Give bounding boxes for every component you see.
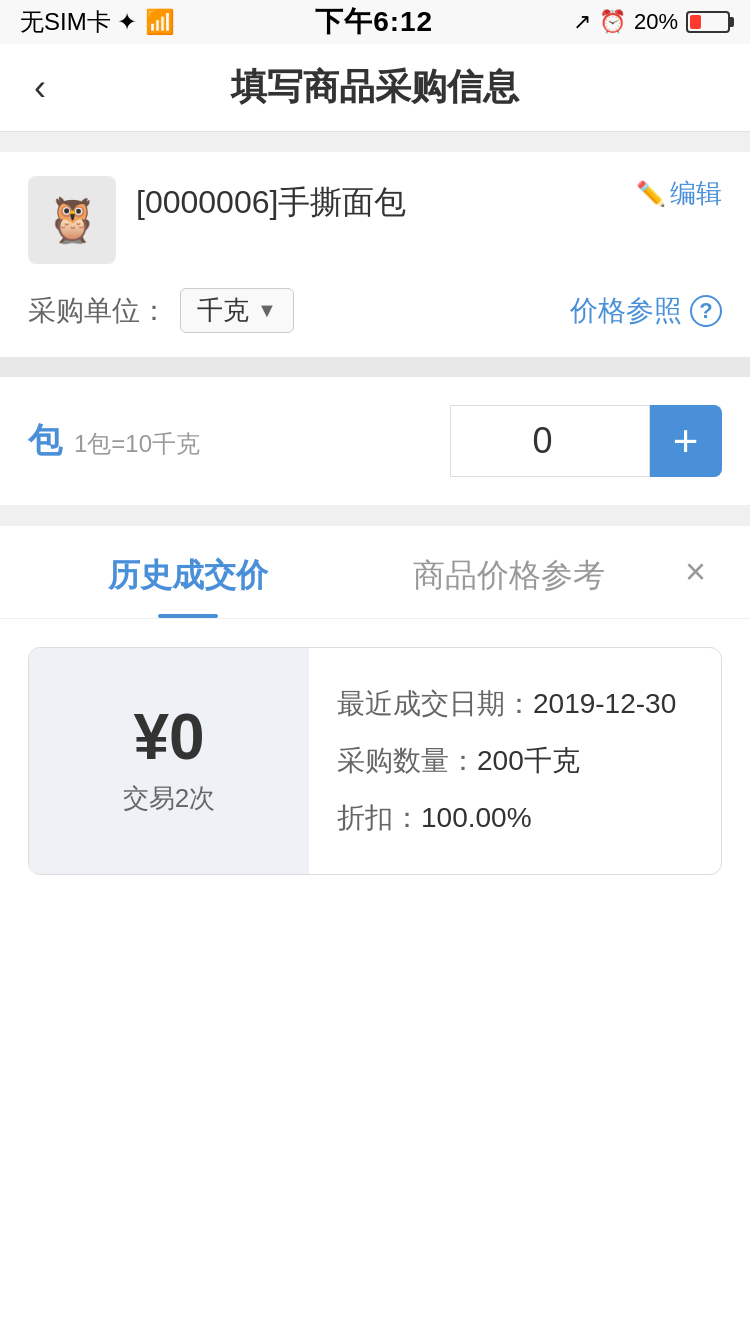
product-title: 手撕面包 (278, 184, 406, 220)
quantity-input-group: + (450, 405, 722, 477)
price-discount-label: 折扣： (337, 802, 421, 833)
price-ref-hint-icon: ? (690, 295, 722, 327)
price-transactions: 交易2次 (123, 781, 215, 816)
unit-label: 采购单位： (28, 292, 168, 330)
price-ref-button[interactable]: 价格参照 ? (570, 292, 722, 330)
price-card-right: 最近成交日期：2019-12-30 采购数量：200千克 折扣：100.00% (309, 648, 721, 874)
quantity-row: 包 1包=10千克 + (0, 377, 750, 506)
product-card: 🦉 [0000006]手撕面包 ✏️ 编辑 采购单位： 千克 ▼ 价格参照 ? (0, 152, 750, 357)
quantity-input[interactable] (450, 405, 650, 477)
price-card-left: ¥0 交易2次 (29, 648, 309, 874)
unit-dropdown-arrow: ▼ (257, 299, 277, 322)
unit-select-dropdown[interactable]: 千克 ▼ (180, 288, 294, 333)
nav-bar: ‹ 填写商品采购信息 (0, 44, 750, 132)
wifi-icon: 📶 (145, 8, 175, 36)
price-card: ¥0 交易2次 最近成交日期：2019-12-30 采购数量：200千克 折扣：… (28, 647, 722, 875)
edit-label: 编辑 (670, 176, 722, 211)
price-quantity-label: 采购数量： (337, 745, 477, 776)
price-date-value: 2019-12-30 (533, 688, 676, 719)
product-thumbnail: 🦉 (28, 176, 116, 264)
status-left: 无SIM卡 ✦ 📶 (20, 6, 175, 38)
status-right: ↗ ⏰ 20% (573, 9, 730, 35)
price-amount: ¥0 (133, 705, 204, 769)
tab-product-price-ref[interactable]: 商品价格参考 (348, 526, 668, 618)
product-name: [0000006]手撕面包 (136, 180, 406, 225)
quantity-plus-button[interactable]: + (650, 405, 722, 477)
tabs-row: 历史成交价 商品价格参考 × (0, 526, 750, 618)
price-currency: ¥ (133, 701, 169, 773)
price-discount-value: 100.00% (421, 802, 532, 833)
section-divider (0, 357, 750, 377)
carrier-label: 无SIM卡 ✦ (20, 6, 137, 38)
unit-row-left: 采购单位： 千克 ▼ (28, 288, 294, 333)
edit-icon: ✏️ (636, 180, 666, 208)
price-date-label: 最近成交日期： (337, 688, 533, 719)
alarm-icon: ⏰ (599, 9, 626, 35)
quantity-sub-label: 1包=10千克 (74, 428, 200, 460)
main-content-area (0, 903, 750, 1334)
product-id: [0000006] (136, 184, 278, 220)
quantity-label-group: 包 1包=10千克 (28, 418, 200, 464)
page-title: 填写商品采购信息 (231, 63, 519, 112)
time-label: 下午6:12 (315, 3, 433, 41)
product-name-group: [0000006]手撕面包 (136, 176, 406, 225)
status-bar: 无SIM卡 ✦ 📶 下午6:12 ↗ ⏰ 20% (0, 0, 750, 44)
battery-icon (686, 11, 730, 33)
price-date-row: 最近成交日期：2019-12-30 (337, 684, 693, 723)
price-card-container: ¥0 交易2次 最近成交日期：2019-12-30 采购数量：200千克 折扣：… (0, 619, 750, 903)
edit-button[interactable]: ✏️ 编辑 (636, 176, 722, 211)
back-button[interactable]: ‹ (24, 57, 56, 119)
battery-label: 20% (634, 9, 678, 35)
price-ref-label: 价格参照 (570, 292, 682, 330)
product-info-left: 🦉 [0000006]手撕面包 (28, 176, 406, 264)
price-discount-row: 折扣：100.00% (337, 798, 693, 837)
location-icon: ↗ (573, 9, 591, 35)
tab-close-button[interactable]: × (669, 538, 722, 606)
tabs-container: 历史成交价 商品价格参考 × (0, 526, 750, 619)
product-owl-icon: 🦉 (45, 198, 100, 242)
tab-history-price[interactable]: 历史成交价 (28, 526, 348, 618)
product-header: 🦉 [0000006]手撕面包 ✏️ 编辑 (28, 176, 722, 264)
unit-select-value: 千克 (197, 293, 249, 328)
price-value: 0 (169, 701, 205, 773)
quantity-unit-label: 包 (28, 418, 62, 464)
price-quantity-row: 采购数量：200千克 (337, 741, 693, 780)
product-unit-row: 采购单位： 千克 ▼ 价格参照 ? (28, 288, 722, 333)
price-quantity-value: 200千克 (477, 745, 580, 776)
